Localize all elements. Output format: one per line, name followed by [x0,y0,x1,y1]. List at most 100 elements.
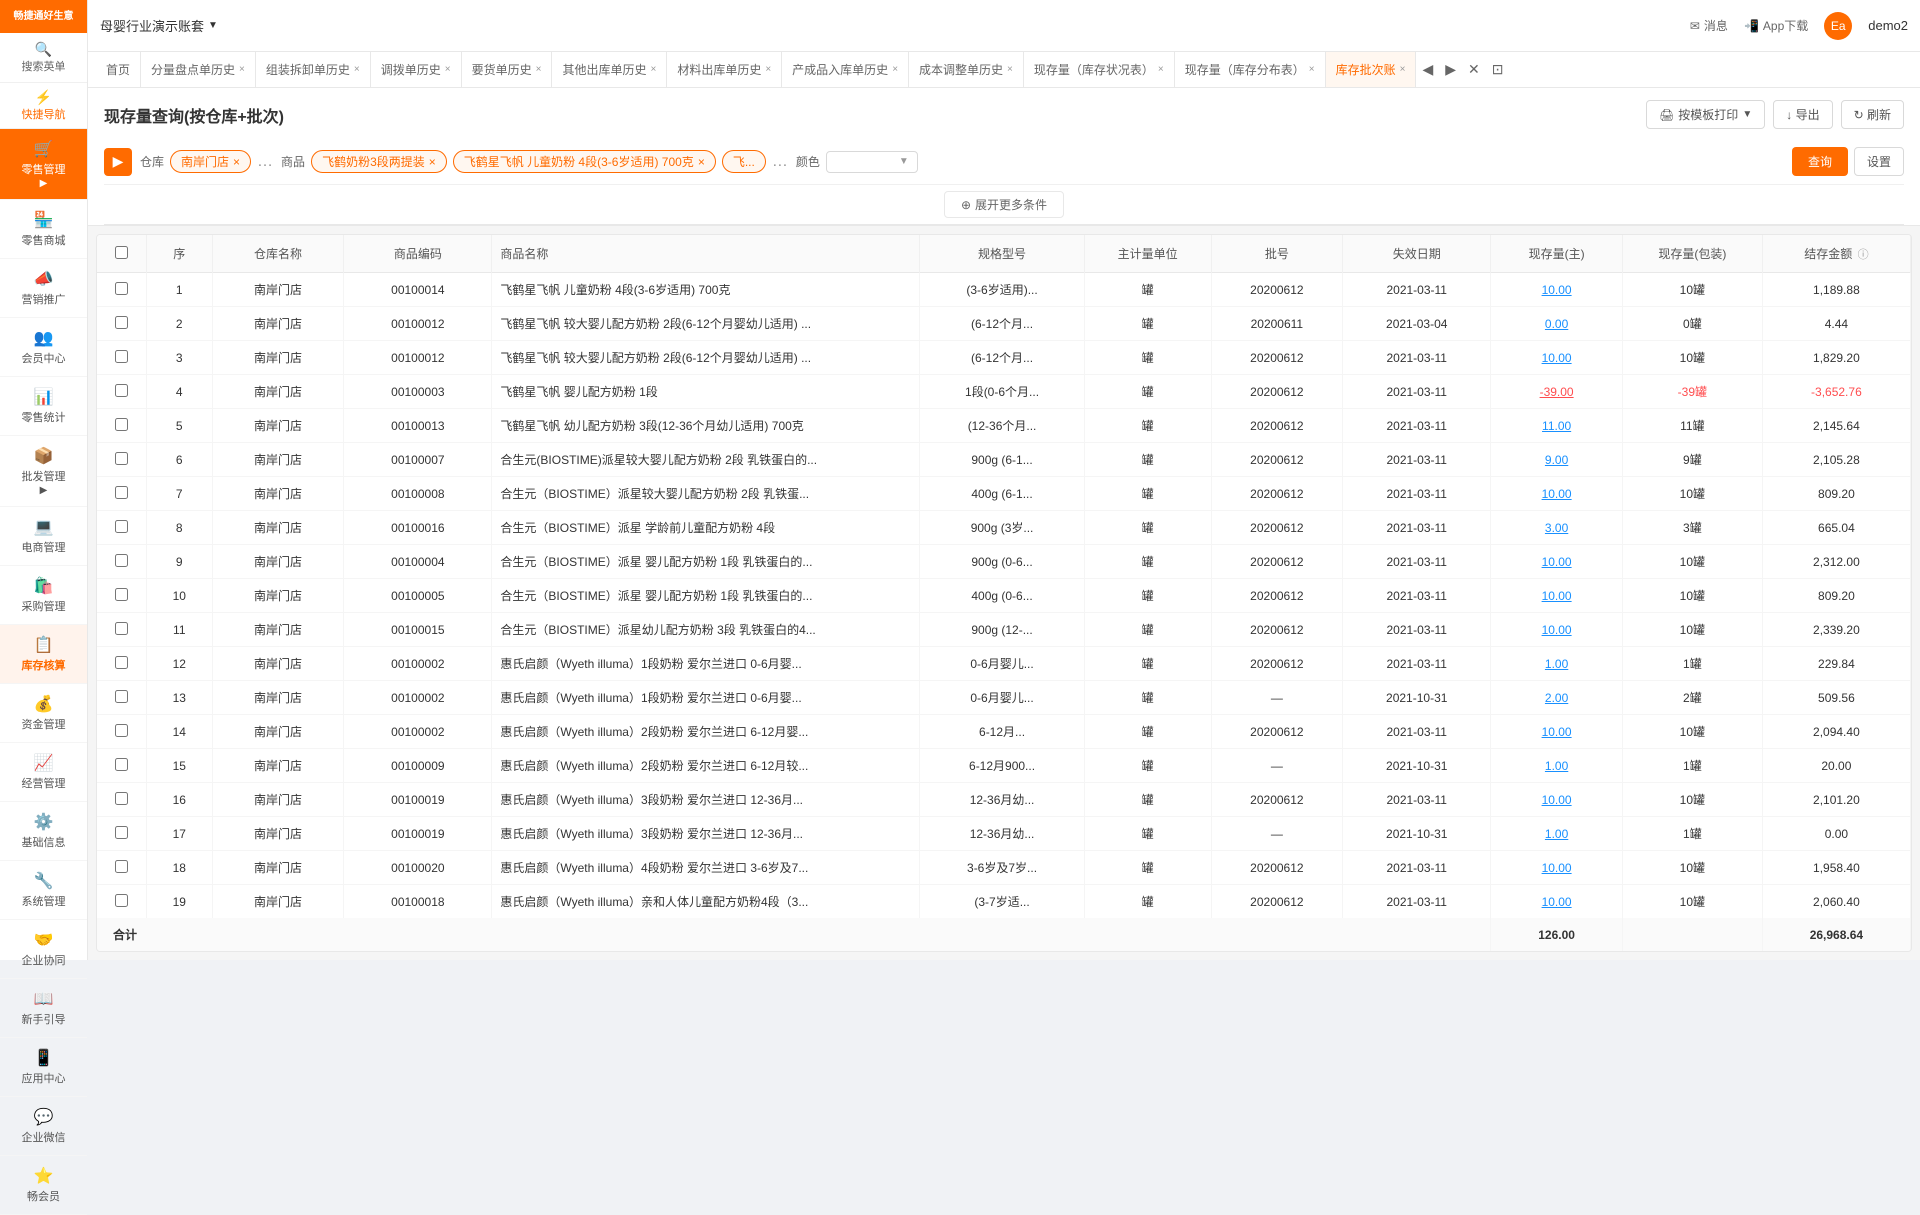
cell-check[interactable] [97,579,146,613]
user-avatar[interactable]: Ea [1824,12,1852,40]
account-dropdown[interactable]: 母婴行业演示账套 ▼ [100,16,218,35]
row-checkbox[interactable] [115,826,128,839]
refresh-btn[interactable]: ↻ 刷新 [1841,100,1904,129]
expand-conditions-btn[interactable]: ⊕ 展开更多条件 [944,191,1064,218]
app-download-btn[interactable]: 📲 App下载 [1744,17,1808,34]
cell-stock-main[interactable]: 1.00 [1491,749,1623,783]
tab-home[interactable]: 首页 [96,52,141,88]
row-checkbox[interactable] [115,418,128,431]
select-all-checkbox[interactable] [115,246,128,259]
tab-transfer-close[interactable]: × [445,64,451,75]
cell-check[interactable] [97,273,146,307]
cell-stock-main[interactable]: 10.00 [1491,715,1623,749]
tab-material-out-close[interactable]: × [765,64,771,75]
sidebar-item-member[interactable]: 👥 会员中心 [0,318,87,377]
tab-prev-btn[interactable]: ◀ [1416,61,1439,78]
sidebar-quicknav-item[interactable]: ⚡ 快捷导航 [0,83,87,129]
cell-check[interactable] [97,681,146,715]
tab-other-out-history[interactable]: 其他出库单历史 × [552,52,667,88]
color-dropdown[interactable]: ▼ [826,151,918,173]
cell-stock-main[interactable]: 2.00 [1491,681,1623,715]
sidebar-search-item[interactable]: 🔍 搜索英单 [0,33,87,83]
product-more-icon[interactable]: … [772,153,788,171]
warehouse-more-icon[interactable]: … [257,153,273,171]
row-checkbox[interactable] [115,656,128,669]
cell-check[interactable] [97,851,146,885]
product-tag-more[interactable]: 飞... [722,150,766,173]
row-checkbox[interactable] [115,792,128,805]
row-checkbox[interactable] [115,282,128,295]
cell-check[interactable] [97,477,146,511]
sidebar-item-finance[interactable]: 💰 资金管理 [0,684,87,743]
cell-check[interactable] [97,545,146,579]
sidebar-item-guide[interactable]: 📖 新手引导 [0,979,87,1038]
warehouse-tag-close-icon[interactable]: × [233,155,240,169]
print-btn[interactable]: 🖨 按模板打印 ▼ [1646,100,1765,129]
cell-stock-main[interactable]: 10.00 [1491,341,1623,375]
setting-btn[interactable]: 设置 [1854,147,1904,176]
sidebar-item-inventory[interactable]: 📋 库存核算 [0,625,87,684]
user-name[interactable]: demo2 [1868,18,1908,33]
row-checkbox[interactable] [115,350,128,363]
sidebar-item-marketing[interactable]: 📣 营销推广 [0,259,87,318]
tab-batch-ledger[interactable]: 库存批次账 × [1326,52,1417,88]
row-checkbox[interactable] [115,758,128,771]
row-checkbox[interactable] [115,622,128,635]
filter-expand-arrow[interactable]: ▶ [104,148,132,176]
sidebar-item-purchase[interactable]: 🛍️ 采购管理 [0,566,87,625]
cell-check[interactable] [97,511,146,545]
row-checkbox[interactable] [115,554,128,567]
cell-stock-main[interactable]: 10.00 [1491,783,1623,817]
row-checkbox[interactable] [115,860,128,873]
sidebar-item-basic[interactable]: ⚙️ 基础信息 [0,802,87,861]
row-checkbox[interactable] [115,894,128,907]
sidebar-item-vip[interactable]: ⭐ 畅会员 [0,1156,87,1215]
tab-more-btn[interactable]: ⊡ [1486,61,1510,78]
cell-check[interactable] [97,715,146,749]
tab-stock-dist[interactable]: 现存量（库存分布表） × [1175,52,1326,88]
cell-stock-main[interactable]: 0.00 [1491,307,1623,341]
tab-material-out-history[interactable]: 材料出库单历史 × [667,52,782,88]
row-checkbox[interactable] [115,384,128,397]
cell-check[interactable] [97,885,146,919]
cell-check[interactable] [97,443,146,477]
sidebar-item-stats[interactable]: 📊 零售统计 [0,377,87,436]
product-tag-2-close-icon[interactable]: × [698,155,705,169]
cell-stock-main[interactable]: 11.00 [1491,409,1623,443]
sidebar-item-retail[interactable]: 🛒 零售管理 ▶ [0,129,87,200]
tab-batch-ledger-close[interactable]: × [1400,64,1406,75]
cell-stock-main[interactable]: 9.00 [1491,443,1623,477]
sidebar-item-enterprise[interactable]: 🤝 企业协同 [0,920,87,979]
cell-stock-main[interactable]: 10.00 [1491,613,1623,647]
tab-product-in-close[interactable]: × [892,64,898,75]
cell-check[interactable] [97,749,146,783]
cell-stock-main[interactable]: 10.00 [1491,545,1623,579]
cell-check[interactable] [97,817,146,851]
row-checkbox[interactable] [115,316,128,329]
tab-requisition-close[interactable]: × [536,64,542,75]
cell-check[interactable] [97,409,146,443]
tab-cost-adjust-history[interactable]: 成本调整单历史 × [909,52,1024,88]
tab-other-out-close[interactable]: × [650,64,656,75]
message-btn[interactable]: ✉ 消息 [1690,17,1728,34]
tab-stock-status[interactable]: 现存量（库存状况表） × [1024,52,1175,88]
tab-disassemble-history[interactable]: 组装拆卸单历史 × [256,52,371,88]
sidebar-item-ecom[interactable]: 💻 电商管理 [0,507,87,566]
row-checkbox[interactable] [115,452,128,465]
cell-stock-main[interactable]: 10.00 [1491,885,1623,919]
tab-requisition-history[interactable]: 要货单历史 × [462,52,553,88]
cell-check[interactable] [97,375,146,409]
row-checkbox[interactable] [115,690,128,703]
cell-stock-main[interactable]: 10.00 [1491,273,1623,307]
sidebar-item-wechat[interactable]: 💬 企业微信 [0,1097,87,1156]
cell-check[interactable] [97,613,146,647]
cell-stock-main[interactable]: 10.00 [1491,477,1623,511]
cell-stock-main[interactable]: 1.00 [1491,817,1623,851]
col-header-check[interactable] [97,235,146,273]
row-checkbox[interactable] [115,588,128,601]
cell-check[interactable] [97,647,146,681]
row-checkbox[interactable] [115,486,128,499]
warehouse-tag[interactable]: 南岸门店 × [170,150,251,173]
cell-check[interactable] [97,783,146,817]
sidebar-item-wholesale[interactable]: 📦 批发管理 ▶ [0,436,87,507]
